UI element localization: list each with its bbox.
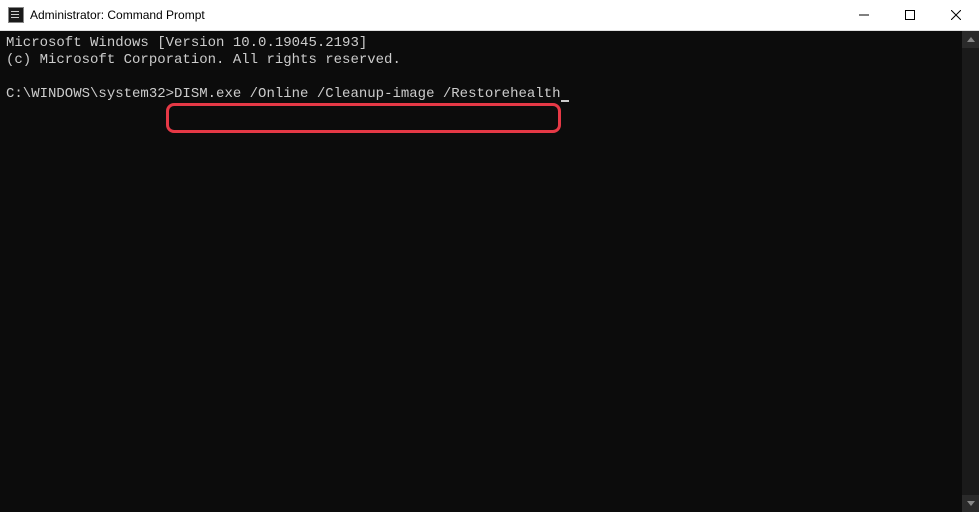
terminal-line-copyright: (c) Microsoft Corporation. All rights re…: [6, 52, 401, 68]
minimize-icon: [859, 10, 869, 20]
terminal-output[interactable]: Microsoft Windows [Version 10.0.19045.21…: [0, 31, 962, 512]
terminal-command: DISM.exe /Online /Cleanup-image /Restore…: [174, 86, 560, 102]
scroll-track[interactable]: [962, 48, 979, 495]
terminal-area: Microsoft Windows [Version 10.0.19045.21…: [0, 31, 979, 512]
terminal-line-version: Microsoft Windows [Version 10.0.19045.21…: [6, 35, 367, 51]
window-controls: [841, 0, 979, 30]
window-title: Administrator: Command Prompt: [30, 8, 841, 22]
close-button[interactable]: [933, 0, 979, 30]
text-cursor: [561, 100, 569, 102]
close-icon: [951, 10, 961, 20]
maximize-icon: [905, 10, 915, 20]
maximize-button[interactable]: [887, 0, 933, 30]
chevron-up-icon: [967, 37, 975, 42]
terminal-prompt: C:\WINDOWS\system32>: [6, 86, 174, 102]
vertical-scrollbar[interactable]: [962, 31, 979, 512]
chevron-down-icon: [967, 501, 975, 506]
minimize-button[interactable]: [841, 0, 887, 30]
annotation-highlight: [166, 103, 561, 133]
scroll-up-button[interactable]: [962, 31, 979, 48]
command-prompt-window: Administrator: Command Prompt Microsoft …: [0, 0, 979, 512]
titlebar[interactable]: Administrator: Command Prompt: [0, 0, 979, 31]
scroll-down-button[interactable]: [962, 495, 979, 512]
cmd-icon: [8, 7, 24, 23]
